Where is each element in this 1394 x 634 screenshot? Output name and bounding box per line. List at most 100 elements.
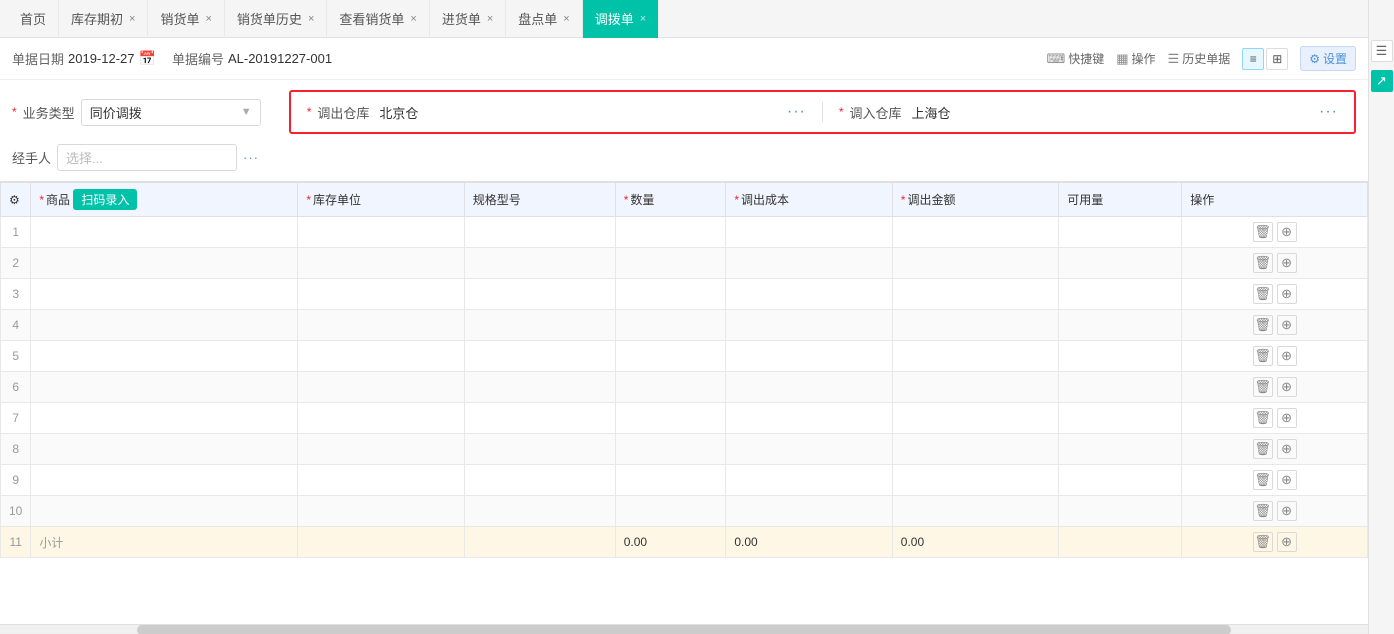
warehouse-box: * 调出仓库 北京仓 ··· * 调入仓库 上海仓 ···: [289, 90, 1356, 134]
copy-row-2[interactable]: ⊕: [1277, 253, 1297, 273]
product-cell-4[interactable]: [31, 310, 298, 341]
operation-btn[interactable]: ▦ 操作: [1116, 50, 1155, 67]
delete-row-4[interactable]: 🗑: [1253, 315, 1273, 335]
cost-cell-7: [726, 403, 892, 434]
warehouse-in-more[interactable]: ···: [1319, 103, 1338, 121]
product-cell-6[interactable]: [31, 372, 298, 403]
warehouse-in-value: 上海仓: [912, 103, 951, 122]
copy-row-11[interactable]: ⊕: [1277, 532, 1297, 552]
th-settings[interactable]: ⚙: [1, 183, 31, 217]
product-cell-5[interactable]: [31, 341, 298, 372]
product-cell-2[interactable]: [31, 248, 298, 279]
tab-purchase[interactable]: 进货单 ×: [430, 0, 506, 38]
tab-close-inventory-check[interactable]: ×: [563, 13, 569, 25]
copy-row-5[interactable]: ⊕: [1277, 346, 1297, 366]
business-type-select[interactable]: 同价调拨 ▼: [81, 99, 261, 126]
shortcut-btn[interactable]: ⌨ 快捷键: [1046, 50, 1104, 67]
tab-close-transfer[interactable]: ×: [640, 13, 646, 25]
product-cell-8[interactable]: [31, 434, 298, 465]
delete-row-8[interactable]: 🗑: [1253, 439, 1273, 459]
row-num-6: 6: [1, 372, 31, 403]
tab-sales-order[interactable]: 销货单 ×: [148, 0, 224, 38]
doc-label: 单据编号: [172, 49, 224, 68]
qty-cell-7[interactable]: [615, 403, 726, 434]
copy-row-9[interactable]: ⊕: [1277, 470, 1297, 490]
qty-cell-3[interactable]: [615, 279, 726, 310]
tab-close-sales-history[interactable]: ×: [308, 13, 314, 25]
qty-cell-10[interactable]: [615, 496, 726, 527]
history-btn[interactable]: ☰ 历史单据: [1168, 50, 1231, 67]
qty-cell-6[interactable]: [615, 372, 726, 403]
row-num-11: 11: [1, 527, 31, 558]
scroll-thumb[interactable]: [137, 625, 1231, 634]
list-view-btn[interactable]: ≡: [1242, 48, 1264, 70]
unit-cell-4: [298, 310, 464, 341]
product-cell-7[interactable]: [31, 403, 298, 434]
copy-row-4[interactable]: ⊕: [1277, 315, 1297, 335]
delete-row-6[interactable]: 🗑: [1253, 377, 1273, 397]
horizontal-scrollbar[interactable]: [0, 624, 1368, 634]
tab-sales-history[interactable]: 销货单历史 ×: [225, 0, 327, 38]
row-num-1: 1: [1, 217, 31, 248]
tab-close-purchase[interactable]: ×: [487, 13, 493, 25]
delete-row-7[interactable]: 🗑: [1253, 408, 1273, 428]
copy-row-1[interactable]: ⊕: [1277, 222, 1297, 242]
available-cell-6: [1059, 372, 1182, 403]
row-num-5: 5: [1, 341, 31, 372]
delete-row-2[interactable]: 🗑: [1253, 253, 1273, 273]
product-cell-1[interactable]: [31, 217, 298, 248]
sidebar-export-icon[interactable]: ↗: [1371, 70, 1393, 92]
handler-more[interactable]: ···: [243, 150, 259, 165]
scan-button[interactable]: 扫码录入: [73, 189, 137, 210]
grid-view-btn[interactable]: ⊞: [1266, 48, 1288, 70]
warehouse-out-more[interactable]: ···: [787, 103, 806, 121]
tab-view-sales[interactable]: 查看销货单 ×: [327, 0, 429, 38]
copy-row-7[interactable]: ⊕: [1277, 408, 1297, 428]
cost-cell-4: [726, 310, 892, 341]
copy-row-6[interactable]: ⊕: [1277, 377, 1297, 397]
copy-row-10[interactable]: ⊕: [1277, 501, 1297, 521]
warehouse-out-label: 调出仓库: [317, 103, 369, 122]
copy-row-3[interactable]: ⊕: [1277, 284, 1297, 304]
setting-button[interactable]: ⚙ 设置: [1300, 46, 1356, 71]
data-table: ⚙ *商品 扫码录入 *库存单位 规格型号 *数量 *调出成本 *调出金额 可用…: [0, 182, 1368, 558]
row-num-7: 7: [1, 403, 31, 434]
business-type-group: * 业务类型 同价调拨 ▼: [12, 99, 261, 126]
tab-close-sales-order[interactable]: ×: [205, 13, 211, 25]
cost-cell-8: [726, 434, 892, 465]
sidebar-doc-icon[interactable]: ☰: [1371, 40, 1393, 62]
amount-cell-1: [892, 217, 1058, 248]
product-cell-10[interactable]: [31, 496, 298, 527]
amount-cell-5: [892, 341, 1058, 372]
tab-inventory-init[interactable]: 库存期初 ×: [59, 0, 148, 38]
delete-row-9[interactable]: 🗑: [1253, 470, 1273, 490]
tab-close-view-sales[interactable]: ×: [410, 13, 416, 25]
delete-row-3[interactable]: 🗑: [1253, 284, 1273, 304]
delete-row-10[interactable]: 🗑: [1253, 501, 1273, 521]
warehouse-in-required: *: [839, 105, 844, 119]
product-cell-9[interactable]: [31, 465, 298, 496]
qty-cell-9[interactable]: [615, 465, 726, 496]
tab-home[interactable]: 首页: [8, 0, 59, 38]
handler-select[interactable]: 选择...: [57, 144, 237, 171]
tab-transfer[interactable]: 调拨单 ×: [583, 0, 659, 38]
qty-cell-1[interactable]: [615, 217, 726, 248]
row-num-2: 2: [1, 248, 31, 279]
available-cell-2: [1059, 248, 1182, 279]
product-cell-3[interactable]: [31, 279, 298, 310]
copy-row-8[interactable]: ⊕: [1277, 439, 1297, 459]
qty-cell-2[interactable]: [615, 248, 726, 279]
tab-inventory-check[interactable]: 盘点单 ×: [506, 0, 582, 38]
qty-cell-8[interactable]: [615, 434, 726, 465]
delete-row-1[interactable]: 🗑: [1253, 222, 1273, 242]
content-area: 单据日期 2019-12-27 📅 单据编号 AL-20191227-001 ⌨…: [0, 38, 1394, 634]
spec-cell-4: [464, 310, 615, 341]
delete-row-11[interactable]: 🗑: [1253, 532, 1273, 552]
tab-close-inventory-init[interactable]: ×: [129, 13, 135, 25]
qty-cell-5[interactable]: [615, 341, 726, 372]
delete-row-5[interactable]: 🗑: [1253, 346, 1273, 366]
qty-cell-4[interactable]: [615, 310, 726, 341]
subtotal-cost: 0.00: [726, 527, 892, 558]
calendar-icon[interactable]: 📅: [139, 50, 156, 67]
cost-cell-3: [726, 279, 892, 310]
